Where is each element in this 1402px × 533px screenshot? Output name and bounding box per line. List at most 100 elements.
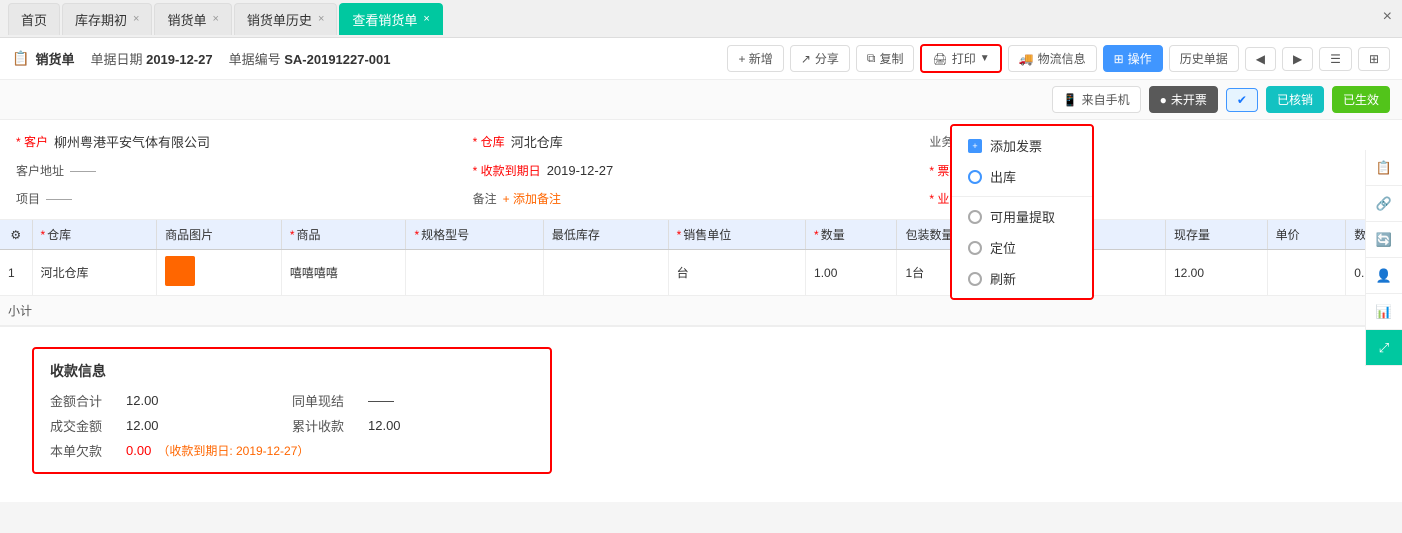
ops-button[interactable]: ⊞ 操作	[1103, 45, 1163, 72]
col-gear: ⚙	[0, 220, 32, 250]
col-qty: *数量	[806, 220, 897, 250]
share-icon: ↗	[801, 52, 811, 66]
phone-icon: 📱	[1063, 93, 1078, 107]
form-area: 客户 柳州粤港平安气体有限公司 仓库 河北仓库 业务员 演示账号 客户地址 ——…	[0, 120, 1402, 220]
new-button[interactable]: + 新增	[727, 45, 783, 72]
subtotal-label: 小计	[0, 296, 1402, 326]
window-close-button[interactable]: ×	[1383, 8, 1392, 26]
doc-icon: 📋	[12, 50, 29, 67]
same-bill-value: ——	[368, 393, 394, 408]
right-icon-4[interactable]: 👤	[1366, 258, 1402, 294]
same-bill-row: 同单现结 ——	[292, 391, 534, 410]
action-bar: 📱 来自手机 ● 未开票 ✔ 已核销 已生效	[0, 80, 1402, 120]
tab-inventory[interactable]: 库存期初 ×	[62, 3, 152, 35]
copy-button[interactable]: ⧉ 复制	[856, 45, 915, 72]
cell-stock: 12.00	[1165, 250, 1267, 296]
items-table: ⚙ *仓库 商品图片 *商品 *规格型号 最低库存 *销售单位 *数量 包装数量…	[0, 220, 1402, 326]
prev-button[interactable]: ◀	[1245, 47, 1276, 71]
doc-date-label: 单据日期 2019-12-27	[90, 49, 212, 68]
right-panel: 📋 🔗 🔄 👤 📊 ⤢	[1365, 150, 1402, 366]
next-button[interactable]: ▶	[1282, 47, 1313, 71]
address-value: ——	[70, 163, 96, 178]
col-product: *商品	[281, 220, 406, 250]
doc-header: 📋 销货单 单据日期 2019-12-27 单据编号 SA-20191227-0…	[0, 38, 1402, 80]
table-row: 1 河北仓库 嘻嘻嘻嘻 台 1.00 1台 12	[0, 250, 1402, 296]
right-icon-3[interactable]: 🔄	[1366, 222, 1402, 258]
total-amount-label: 金额合计	[50, 391, 120, 410]
check-icon-btn[interactable]: ✔	[1226, 88, 1258, 112]
cell-qty: 1.00	[806, 250, 897, 296]
print-dropdown-arrow: ▼	[980, 53, 990, 64]
logistics-button[interactable]: 🚚 物流信息	[1008, 45, 1097, 72]
tab-sales[interactable]: 销货单 ×	[154, 3, 231, 35]
cumulative-label: 累计收款	[292, 416, 362, 435]
cell-unit: 台	[668, 250, 805, 296]
summary-section: 收款信息 金额合计 12.00 同单现结 —— 成交金额 12.00	[0, 327, 1402, 502]
col-price: 单价	[1267, 220, 1346, 250]
out-warehouse-item[interactable]: 出库	[952, 161, 1092, 192]
share-button[interactable]: ↗ 分享	[790, 45, 850, 72]
history-button[interactable]: 历史单据	[1169, 45, 1239, 72]
grid-view-button[interactable]: ⊞	[1358, 47, 1390, 71]
main-area: 📋 销货单 单据日期 2019-12-27 单据编号 SA-20191227-0…	[0, 38, 1402, 502]
col-min-stock: 最低库存	[543, 220, 668, 250]
locate-item[interactable]: 定位	[952, 232, 1092, 263]
available-qty-icon	[968, 210, 982, 224]
cell-index: 1	[0, 250, 32, 296]
cell-warehouse: 河北仓库	[32, 250, 157, 296]
right-icon-5[interactable]: 📊	[1366, 294, 1402, 330]
add-invoice-item[interactable]: + 添加发票	[952, 130, 1092, 161]
add-invoice-icon: +	[968, 139, 982, 153]
add-remark-button[interactable]: + 添加备注	[503, 190, 561, 207]
toolbar-buttons: + 新增 ↗ 分享 ⧉ 复制 🖨 打印 ▼ 🚚 物流信息	[727, 44, 1390, 73]
col-spec: *规格型号	[406, 220, 543, 250]
cell-spec	[406, 250, 543, 296]
doc-title: 📋 销货单	[12, 49, 74, 68]
payment-date-label: 收款到期日	[473, 162, 541, 179]
tab-inventory-close[interactable]: ×	[133, 13, 139, 25]
remark-label: 备注	[473, 190, 497, 207]
effective-button[interactable]: 已生效	[1332, 86, 1390, 113]
tab-bar: 首页 库存期初 × 销货单 × 销货单历史 × 查看销货单 × ×	[0, 0, 1402, 38]
tab-view-sales-close[interactable]: ×	[423, 13, 429, 25]
payment-date-value: 2019-12-27	[547, 163, 614, 178]
right-icon-1[interactable]: 📋	[1366, 150, 1402, 186]
customer-field: 客户 柳州粤港平安气体有限公司	[16, 132, 473, 151]
locate-icon	[968, 241, 982, 255]
cumulative-value: 12.00	[368, 418, 401, 433]
grid-icon: ⊞	[1114, 52, 1124, 66]
right-icon-2[interactable]: 🔗	[1366, 186, 1402, 222]
current-due-row: 本单欠款 0.00 （收款到期日: 2019-12-27）	[50, 441, 534, 460]
cell-product-img	[157, 250, 282, 296]
from-phone-button[interactable]: 📱 来自手机	[1052, 86, 1141, 113]
subtotal-row: 小计	[0, 296, 1402, 326]
dropdown-popup: + 添加发票 出库 可用量提取	[952, 130, 1092, 294]
print-button[interactable]: 🖨 打印 ▼	[920, 44, 1001, 73]
tab-sales-close[interactable]: ×	[212, 13, 218, 25]
right-icon-expand[interactable]: ⤢	[1366, 330, 1402, 366]
not-open-button[interactable]: ● 未开票	[1149, 86, 1218, 113]
settings-icon[interactable]: ⚙	[10, 228, 21, 242]
doc-number-label: 单据编号 SA-20191227-001	[229, 49, 391, 68]
available-qty-item[interactable]: 可用量提取	[952, 201, 1092, 232]
tab-view-sales[interactable]: 查看销货单 ×	[339, 3, 442, 35]
tab-home[interactable]: 首页	[8, 3, 60, 35]
current-due-label: 本单欠款	[50, 441, 120, 460]
refresh-item[interactable]: 刷新	[952, 263, 1092, 294]
checkmark-icon: ✔	[1237, 93, 1247, 107]
sold-button[interactable]: 已核销	[1266, 86, 1324, 113]
summary-grid: 金额合计 12.00 同单现结 —— 成交金额 12.00 累计收款	[50, 391, 534, 460]
col-unit: *销售单位	[668, 220, 805, 250]
trade-amount-row: 成交金额 12.00	[50, 416, 292, 435]
address-field: 客户地址 ——	[16, 161, 473, 180]
doc-date-value: 2019-12-27	[146, 52, 213, 67]
warehouse-field: 仓库 河北仓库	[473, 132, 930, 151]
doc-number-value: SA-20191227-001	[284, 52, 390, 67]
customer-label: 客户	[16, 133, 48, 150]
tab-sales-history[interactable]: 销货单历史 ×	[234, 3, 337, 35]
list-view-button[interactable]: ☰	[1319, 47, 1352, 71]
project-field: 项目 ——	[16, 190, 473, 207]
out-warehouse-icon	[968, 170, 982, 184]
cell-price	[1267, 250, 1346, 296]
tab-sales-history-close[interactable]: ×	[318, 13, 324, 25]
